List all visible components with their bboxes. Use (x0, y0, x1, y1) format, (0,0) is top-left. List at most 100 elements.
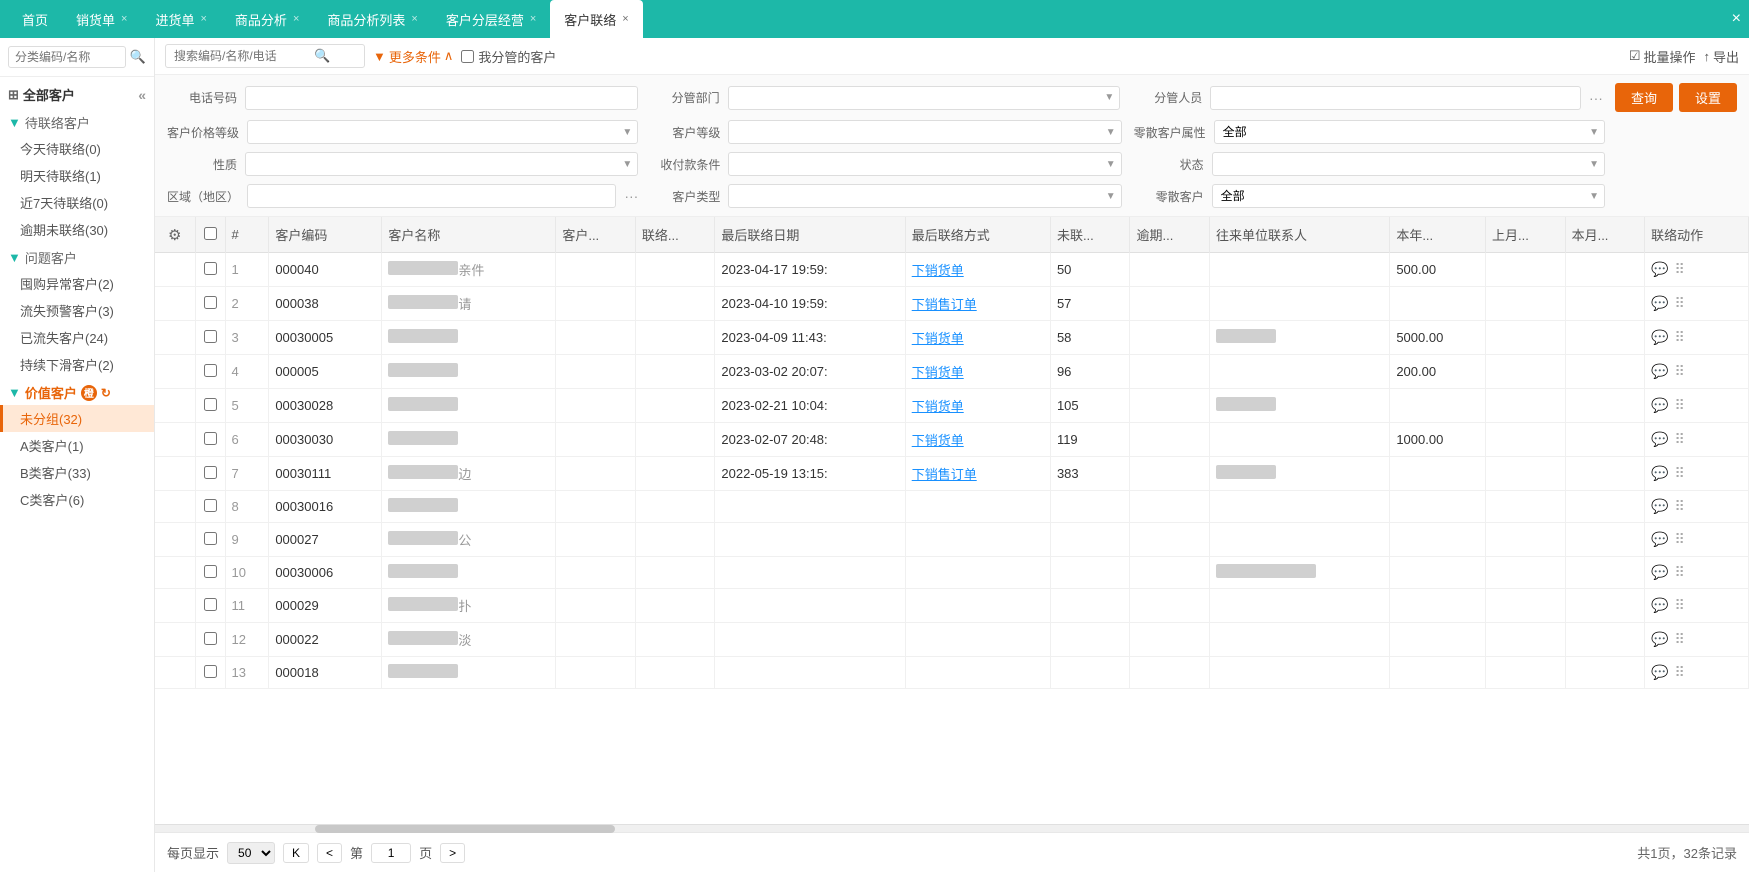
row-last-method-link[interactable]: 下销货单 (912, 433, 964, 448)
row-settings[interactable] (155, 355, 195, 389)
sidebar-item-tomorrow[interactable]: 明天待联络(1) (0, 162, 154, 189)
row-checkbox[interactable] (204, 432, 217, 445)
collapse-icon[interactable]: « (138, 87, 146, 103)
query-button[interactable]: 查询 (1615, 83, 1673, 112)
row-last-method-link[interactable]: 下销货单 (912, 263, 964, 278)
tab-home[interactable]: 首页 (8, 0, 62, 38)
row-settings[interactable] (155, 589, 195, 623)
dots-icon[interactable]: ··· (1589, 90, 1603, 106)
contact-icon[interactable]: 💬 (1651, 631, 1668, 648)
select-all-checkbox[interactable] (204, 227, 217, 240)
sidebar-search-input[interactable] (8, 46, 126, 68)
row-settings[interactable] (155, 523, 195, 557)
row-last-method-link[interactable]: 下销货单 (912, 331, 964, 346)
more-icon[interactable]: ⠿ (1675, 431, 1685, 448)
sidebar-item-class-a[interactable]: A类客户(1) (0, 432, 154, 459)
region-input[interactable] (247, 184, 616, 208)
prev-page-button[interactable]: < (317, 843, 342, 863)
contact-icon[interactable]: 💬 (1651, 597, 1668, 614)
more-icon[interactable]: ⠿ (1675, 498, 1685, 515)
first-page-button[interactable]: K (283, 843, 309, 863)
close-icon[interactable]: × (530, 13, 536, 25)
window-close-button[interactable]: × (1732, 10, 1741, 28)
sidebar-item-class-b[interactable]: B类客户(33) (0, 459, 154, 486)
row-checkbox[interactable] (204, 296, 217, 309)
row-checkbox[interactable] (204, 665, 217, 678)
row-settings[interactable] (155, 389, 195, 423)
contact-icon[interactable]: 💬 (1651, 431, 1668, 448)
close-icon[interactable]: × (200, 13, 206, 25)
customer-type-select[interactable] (728, 184, 1121, 208)
sidebar-search-icon[interactable]: 🔍 (130, 49, 146, 65)
more-icon[interactable]: ⠿ (1675, 531, 1685, 548)
more-icon[interactable]: ⠿ (1675, 295, 1685, 312)
more-icon[interactable]: ⠿ (1675, 664, 1685, 681)
contact-icon[interactable]: 💬 (1651, 295, 1668, 312)
more-icon[interactable]: ⠿ (1675, 597, 1685, 614)
sidebar-group-value[interactable]: ▼ 价值客户 橙 ↻ (0, 378, 154, 405)
sidebar-item-class-c[interactable]: C类客户(6) (0, 486, 154, 513)
customer-level-select[interactable] (728, 120, 1121, 144)
row-checkbox[interactable] (204, 466, 217, 479)
sidebar-item-today[interactable]: 今天待联络(0) (0, 135, 154, 162)
settings-header[interactable]: ⚙ (155, 217, 195, 253)
more-icon[interactable]: ⠿ (1675, 631, 1685, 648)
sidebar-item-7days[interactable]: 近7天待联络(0) (0, 189, 154, 216)
close-icon[interactable]: × (622, 13, 628, 25)
more-icon[interactable]: ⠿ (1675, 261, 1685, 278)
row-settings[interactable] (155, 423, 195, 457)
reset-button[interactable]: 设置 (1679, 83, 1737, 112)
row-checkbox[interactable] (204, 330, 217, 343)
search-icon[interactable]: 🔍 (314, 48, 330, 64)
retail-attr-select[interactable]: 全部 (1214, 120, 1605, 144)
sidebar-group-pending[interactable]: ▼ 待联络客户 (0, 108, 154, 135)
row-checkbox[interactable] (204, 532, 217, 545)
gear-icon[interactable]: ⚙ (168, 227, 181, 244)
my-customers-check[interactable] (461, 50, 474, 63)
more-icon[interactable]: ⠿ (1675, 465, 1685, 482)
nature-select[interactable] (245, 152, 638, 176)
contact-icon[interactable]: 💬 (1651, 531, 1668, 548)
row-settings[interactable] (155, 253, 195, 287)
dept-select[interactable] (728, 86, 1121, 110)
contact-icon[interactable]: 💬 (1651, 363, 1668, 380)
contact-icon[interactable]: 💬 (1651, 465, 1668, 482)
row-checkbox[interactable] (204, 364, 217, 377)
row-last-method-link[interactable]: 下销货单 (912, 399, 964, 414)
tab-customer-contact[interactable]: 客户联络 × (550, 0, 642, 38)
contact-icon[interactable]: 💬 (1651, 261, 1668, 278)
row-settings[interactable] (155, 657, 195, 689)
sidebar-item-ungroup[interactable]: 未分组(32) (0, 405, 154, 432)
more-icon[interactable]: ⠿ (1675, 564, 1685, 581)
contact-icon[interactable]: 💬 (1651, 564, 1668, 581)
scrollbar-thumb[interactable] (315, 825, 615, 833)
row-settings[interactable] (155, 287, 195, 321)
tab-customer-tier[interactable]: 客户分层经营 × (432, 0, 550, 38)
close-icon[interactable]: × (293, 13, 299, 25)
row-settings[interactable] (155, 557, 195, 589)
close-icon[interactable]: × (121, 13, 127, 25)
row-last-method-link[interactable]: 下销售订单 (912, 467, 977, 482)
row-settings[interactable] (155, 491, 195, 523)
contact-icon[interactable]: 💬 (1651, 329, 1668, 346)
page-number-input[interactable] (371, 843, 411, 863)
more-conditions-button[interactable]: ▼ 更多条件 ∧ (373, 47, 453, 66)
row-last-method-link[interactable]: 下销货单 (912, 365, 964, 380)
sidebar-item-declining[interactable]: 持续下滑客户(2) (0, 351, 154, 378)
contact-icon[interactable]: 💬 (1651, 664, 1668, 681)
row-checkbox[interactable] (204, 632, 217, 645)
contact-icon[interactable]: 💬 (1651, 397, 1668, 414)
sidebar-item-abnormal[interactable]: 囤购异常客户(2) (0, 270, 154, 297)
person-input[interactable] (1210, 86, 1581, 110)
close-icon[interactable]: × (411, 13, 417, 25)
all-customers-header[interactable]: ⊞ 全部客户 « (0, 77, 154, 108)
next-page-button[interactable]: > (440, 843, 465, 863)
row-last-method-link[interactable]: 下销售订单 (912, 297, 977, 312)
row-settings[interactable] (155, 457, 195, 491)
tab-product-analysis-list[interactable]: 商品分析列表 × (313, 0, 431, 38)
payment-select[interactable] (728, 152, 1121, 176)
refresh-icon[interactable]: ↻ (101, 386, 111, 400)
sidebar-item-churn-warning[interactable]: 流失预警客户(3) (0, 297, 154, 324)
phone-input[interactable] (245, 86, 638, 110)
row-settings[interactable] (155, 321, 195, 355)
